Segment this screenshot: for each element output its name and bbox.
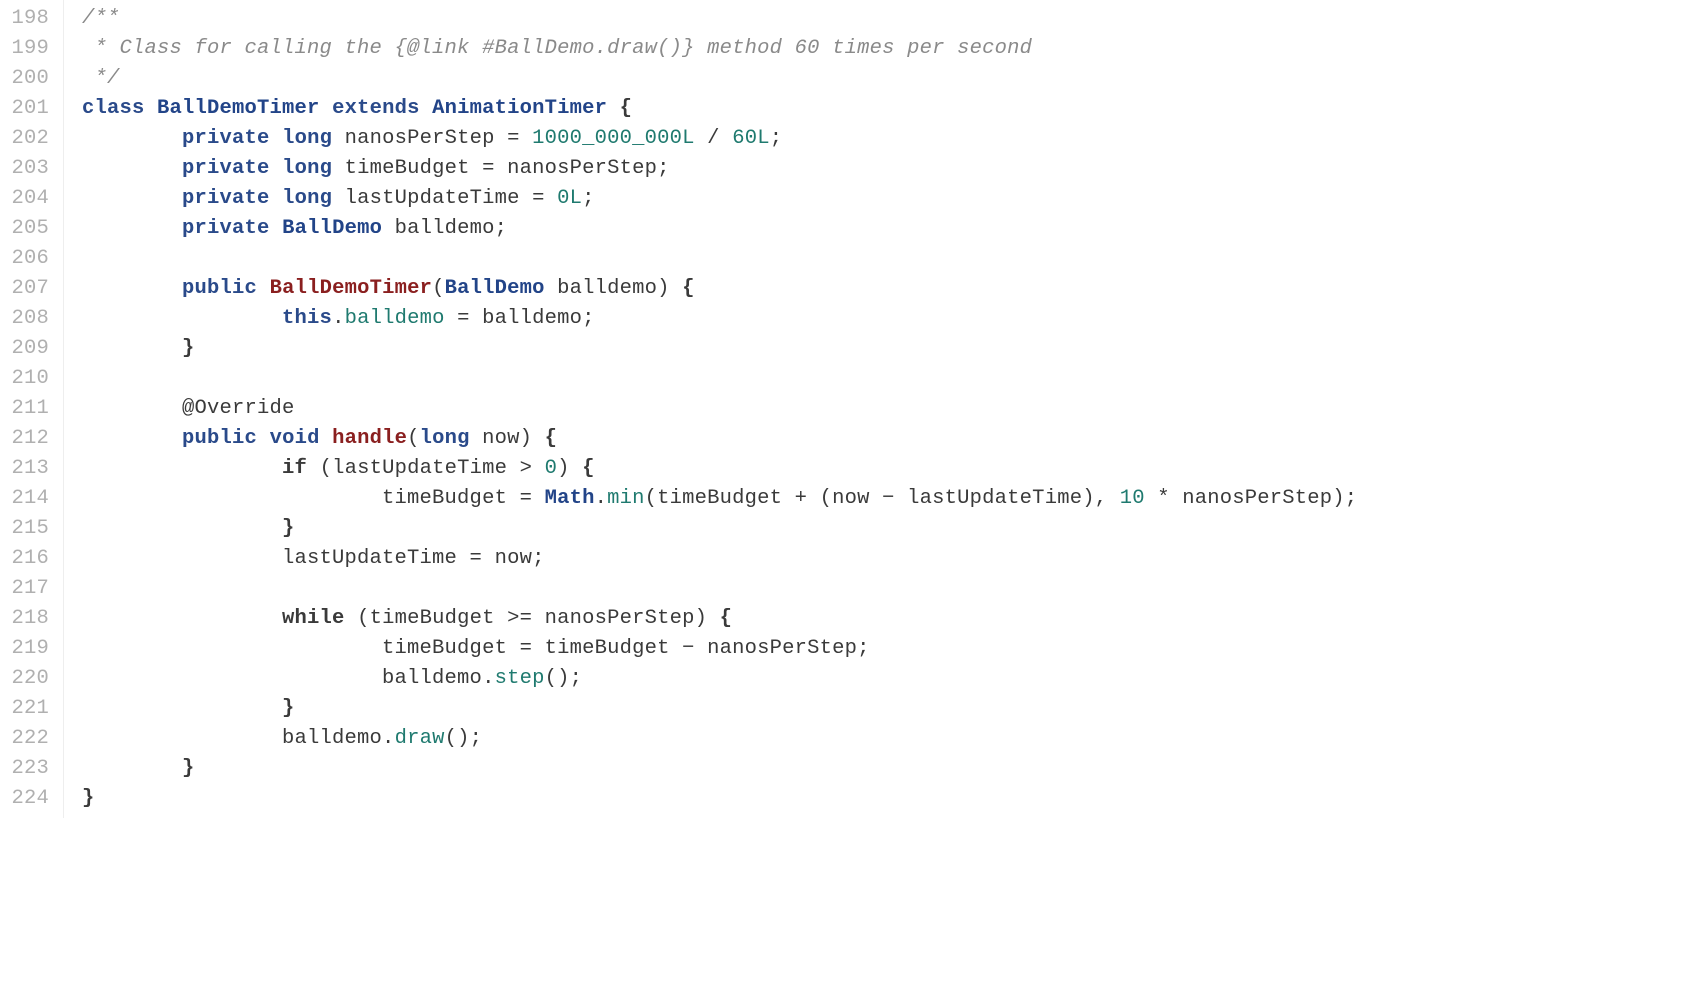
line-number: 205 <box>10 214 49 244</box>
code-editor: 1981992002012022032042052062072082092102… <box>0 0 1700 818</box>
line-number: 219 <box>10 634 49 664</box>
line-number: 208 <box>10 304 49 334</box>
line-number: 204 <box>10 184 49 214</box>
line-number: 202 <box>10 124 49 154</box>
code-line[interactable] <box>82 574 1700 604</box>
line-number: 221 <box>10 694 49 724</box>
code-line[interactable]: } <box>82 754 1700 784</box>
line-number: 213 <box>10 454 49 484</box>
code-area[interactable]: /** * Class for calling the {@link #Ball… <box>64 0 1700 818</box>
code-line[interactable]: */ <box>82 64 1700 94</box>
code-line[interactable]: /** <box>82 4 1700 34</box>
line-number: 216 <box>10 544 49 574</box>
line-number: 206 <box>10 244 49 274</box>
line-number: 218 <box>10 604 49 634</box>
code-line[interactable]: this.balldemo = balldemo; <box>82 304 1700 334</box>
code-line[interactable]: public BallDemoTimer(BallDemo balldemo) … <box>82 274 1700 304</box>
code-line[interactable]: } <box>82 334 1700 364</box>
code-line[interactable]: private long timeBudget = nanosPerStep; <box>82 154 1700 184</box>
code-line[interactable]: lastUpdateTime = now; <box>82 544 1700 574</box>
code-line[interactable]: private long nanosPerStep = 1000_000_000… <box>82 124 1700 154</box>
line-number: 224 <box>10 784 49 814</box>
code-line[interactable]: private long lastUpdateTime = 0L; <box>82 184 1700 214</box>
code-line[interactable]: balldemo.draw(); <box>82 724 1700 754</box>
line-number: 222 <box>10 724 49 754</box>
code-line[interactable]: * Class for calling the {@link #BallDemo… <box>82 34 1700 64</box>
code-line[interactable]: if (lastUpdateTime > 0) { <box>82 454 1700 484</box>
line-number: 210 <box>10 364 49 394</box>
code-line[interactable]: private BallDemo balldemo; <box>82 214 1700 244</box>
line-number: 199 <box>10 34 49 64</box>
line-number: 214 <box>10 484 49 514</box>
code-line[interactable]: timeBudget = timeBudget − nanosPerStep; <box>82 634 1700 664</box>
line-number: 201 <box>10 94 49 124</box>
line-number: 203 <box>10 154 49 184</box>
line-number: 198 <box>10 4 49 34</box>
line-number: 211 <box>10 394 49 424</box>
line-number: 212 <box>10 424 49 454</box>
line-number: 217 <box>10 574 49 604</box>
line-number: 220 <box>10 664 49 694</box>
code-line[interactable]: balldemo.step(); <box>82 664 1700 694</box>
line-number: 215 <box>10 514 49 544</box>
code-line[interactable] <box>82 364 1700 394</box>
code-line[interactable]: while (timeBudget >= nanosPerStep) { <box>82 604 1700 634</box>
line-number-gutter: 1981992002012022032042052062072082092102… <box>0 0 64 818</box>
code-line[interactable]: @Override <box>82 394 1700 424</box>
line-number: 200 <box>10 64 49 94</box>
line-number: 209 <box>10 334 49 364</box>
line-number: 207 <box>10 274 49 304</box>
code-line[interactable]: } <box>82 514 1700 544</box>
code-line[interactable]: timeBudget = Math.min(timeBudget + (now … <box>82 484 1700 514</box>
code-line[interactable]: public void handle(long now) { <box>82 424 1700 454</box>
code-line[interactable]: class BallDemoTimer extends AnimationTim… <box>82 94 1700 124</box>
code-line[interactable]: } <box>82 784 1700 814</box>
line-number: 223 <box>10 754 49 784</box>
code-line[interactable]: } <box>82 694 1700 724</box>
code-line[interactable] <box>82 244 1700 274</box>
